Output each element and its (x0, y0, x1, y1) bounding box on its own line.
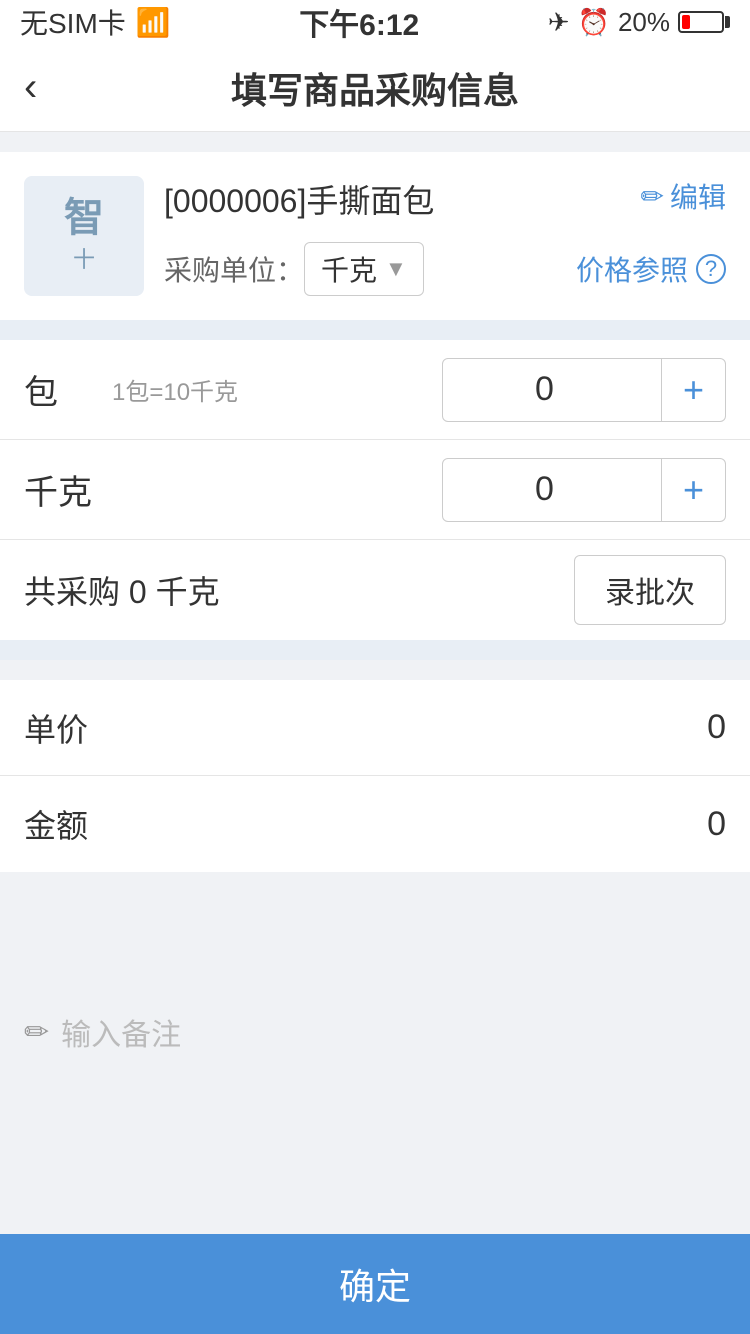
total-text: 共采购 0 千克 (24, 567, 220, 613)
alarm-icon: ⏰ (578, 7, 610, 38)
battery-percent: 20% (618, 7, 670, 38)
pencil-icon: ✏ (24, 1015, 49, 1050)
total-row: 共采购 0 千克 录批次 (0, 540, 750, 640)
edit-label: 编辑 (670, 176, 726, 216)
product-header: [0000006]手撕面包 ✏ 编辑 (164, 176, 726, 222)
unit-price-label: 单价 (24, 705, 88, 751)
product-info: [0000006]手撕面包 ✏ 编辑 采购单位： 千克 ▼ 价格参照 ? (164, 176, 726, 296)
product-logo-line2: 十 (73, 242, 95, 274)
price-section: 单价 0 金额 0 (0, 680, 750, 872)
bag-input-right: + (442, 358, 726, 422)
unit-select[interactable]: 千克 ▼ (304, 242, 424, 296)
edit-button[interactable]: ✏ 编辑 (641, 176, 726, 216)
unit-price-row: 单价 0 (0, 680, 750, 776)
confirm-button[interactable]: 确定 (0, 1234, 750, 1334)
product-logo-line1: 智 (64, 198, 104, 238)
product-card: 智 十 [0000006]手撕面包 ✏ 编辑 采购单位： 千克 ▼ 价格参照 ? (0, 152, 750, 320)
status-time: 下午6:12 (299, 0, 419, 44)
status-bar: 无SIM卡 📶 下午6:12 ✈ ⏰ 20% (0, 0, 750, 44)
product-name: [0000006]手撕面包 (164, 176, 434, 222)
kg-input-row: 千克 + (0, 440, 750, 540)
status-left: 无SIM卡 📶 (20, 2, 171, 42)
bag-sublabel: 1包=10千克 (112, 372, 442, 407)
unit-label: 采购单位： (164, 249, 304, 289)
price-reference-button[interactable]: 价格参照 ? (576, 249, 726, 289)
batch-button[interactable]: 录批次 (574, 555, 726, 625)
back-button[interactable]: ‹ (24, 65, 37, 110)
confirm-label: 确定 (339, 1258, 411, 1310)
wifi-icon: 📶 (136, 6, 171, 39)
remark-section[interactable]: ✏ 输入备注 (0, 872, 750, 1192)
kg-quantity-input[interactable] (442, 458, 662, 522)
unit-dropdown-arrow: ▼ (385, 256, 407, 282)
location-icon: ✈ (548, 7, 570, 38)
bag-input-row: 包 1包=10千克 + (0, 340, 750, 440)
kg-input-right: + (442, 458, 726, 522)
help-icon: ? (696, 254, 726, 284)
nav-bar: ‹ 填写商品采购信息 (0, 44, 750, 132)
remark-placeholder: 输入备注 (61, 1010, 181, 1054)
bag-label: 包 (24, 365, 104, 414)
divider-1 (0, 320, 750, 340)
bag-quantity-input[interactable] (442, 358, 662, 422)
divider-2 (0, 640, 750, 660)
kg-label: 千克 (24, 465, 104, 514)
amount-row: 金额 0 (0, 776, 750, 872)
page-title: 填写商品采购信息 (231, 62, 519, 114)
kg-plus-button[interactable]: + (662, 458, 726, 522)
carrier-text: 无SIM卡 (20, 2, 126, 42)
price-ref-label: 价格参照 (576, 249, 688, 289)
bag-plus-button[interactable]: + (662, 358, 726, 422)
unit-price-value: 0 (707, 708, 726, 747)
product-unit-row: 采购单位： 千克 ▼ 价格参照 ? (164, 242, 726, 296)
amount-label: 金额 (24, 801, 88, 847)
edit-icon: ✏ (641, 180, 664, 213)
status-right: ✈ ⏰ 20% (548, 7, 730, 38)
product-image: 智 十 (24, 176, 144, 296)
amount-value: 0 (707, 805, 726, 844)
battery-icon (678, 11, 730, 33)
bag-input-section: 包 1包=10千克 + 千克 + 共采购 0 千克 录批次 (0, 340, 750, 640)
unit-selector-group: 采购单位： 千克 ▼ (164, 242, 424, 296)
unit-value: 千克 (321, 249, 377, 289)
